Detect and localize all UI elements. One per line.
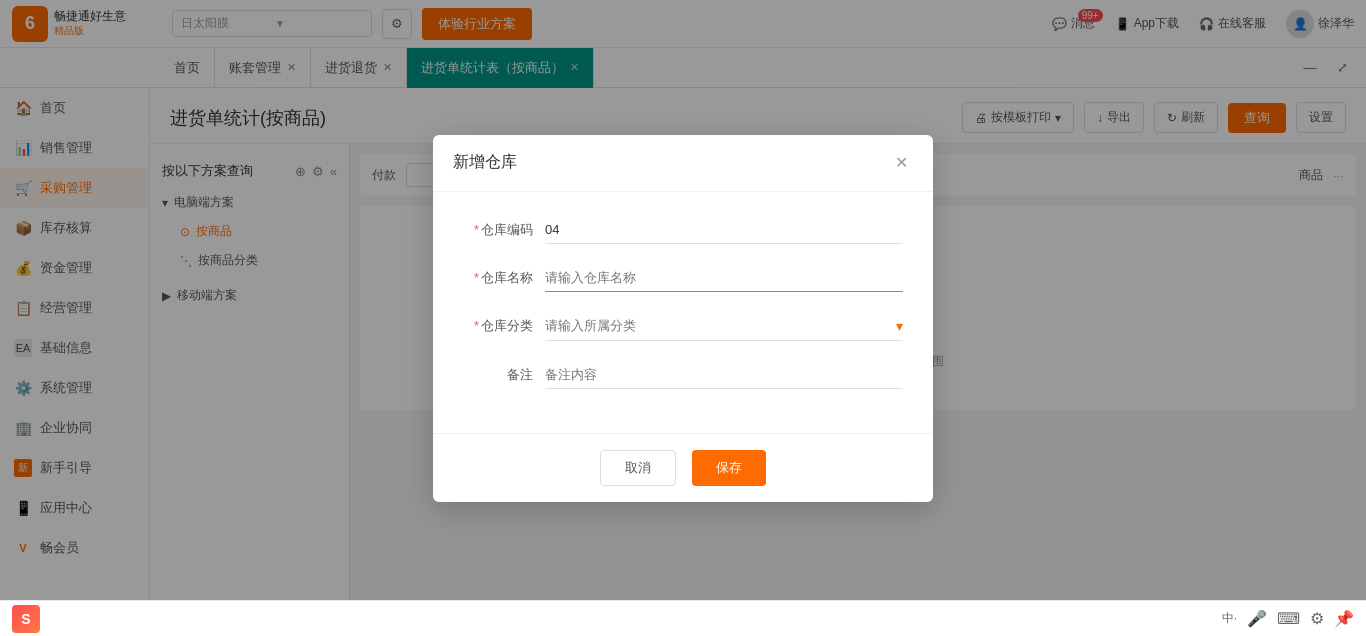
chevron-down-icon: ▾	[896, 318, 903, 334]
category-select[interactable]: ▾	[545, 312, 903, 341]
bottom-icons: 中· 🎤 ⌨ ⚙ 📌	[1222, 609, 1354, 628]
modal-title: 新增仓库	[453, 152, 517, 173]
mic-icon[interactable]: 🎤	[1247, 609, 1267, 628]
form-row-name: 仓库名称	[463, 264, 903, 292]
modal-footer: 取消 保存	[433, 433, 933, 502]
zh-icon[interactable]: 中·	[1222, 610, 1237, 627]
pin-icon[interactable]: 📌	[1334, 609, 1354, 628]
name-input[interactable]	[545, 264, 903, 292]
settings-icon[interactable]: ⚙	[1310, 609, 1324, 628]
code-input[interactable]	[545, 216, 903, 244]
name-label: 仓库名称	[463, 269, 533, 287]
form-row-note: 备注	[463, 361, 903, 389]
code-label: 仓库编码	[463, 221, 533, 239]
modal-new-warehouse: 新增仓库 ✕ 仓库编码 仓库名称 仓库分类 ▾ 备注	[433, 135, 933, 502]
form-row-category: 仓库分类 ▾	[463, 312, 903, 341]
modal-close-button[interactable]: ✕	[889, 151, 913, 175]
modal-header: 新增仓库 ✕	[433, 135, 933, 192]
modal-overlay[interactable]: 新增仓库 ✕ 仓库编码 仓库名称 仓库分类 ▾ 备注	[0, 0, 1366, 636]
category-label: 仓库分类	[463, 317, 533, 335]
keyboard-icon[interactable]: ⌨	[1277, 609, 1300, 628]
bottom-logo: S	[12, 605, 40, 633]
cancel-button[interactable]: 取消	[600, 450, 676, 486]
bottom-bar: S 中· 🎤 ⌨ ⚙ 📌	[0, 600, 1366, 636]
modal-body: 仓库编码 仓库名称 仓库分类 ▾ 备注	[433, 192, 933, 433]
form-row-code: 仓库编码	[463, 216, 903, 244]
note-label: 备注	[463, 366, 533, 384]
note-input[interactable]	[545, 361, 903, 389]
save-button[interactable]: 保存	[692, 450, 766, 486]
category-input[interactable]	[545, 318, 896, 333]
